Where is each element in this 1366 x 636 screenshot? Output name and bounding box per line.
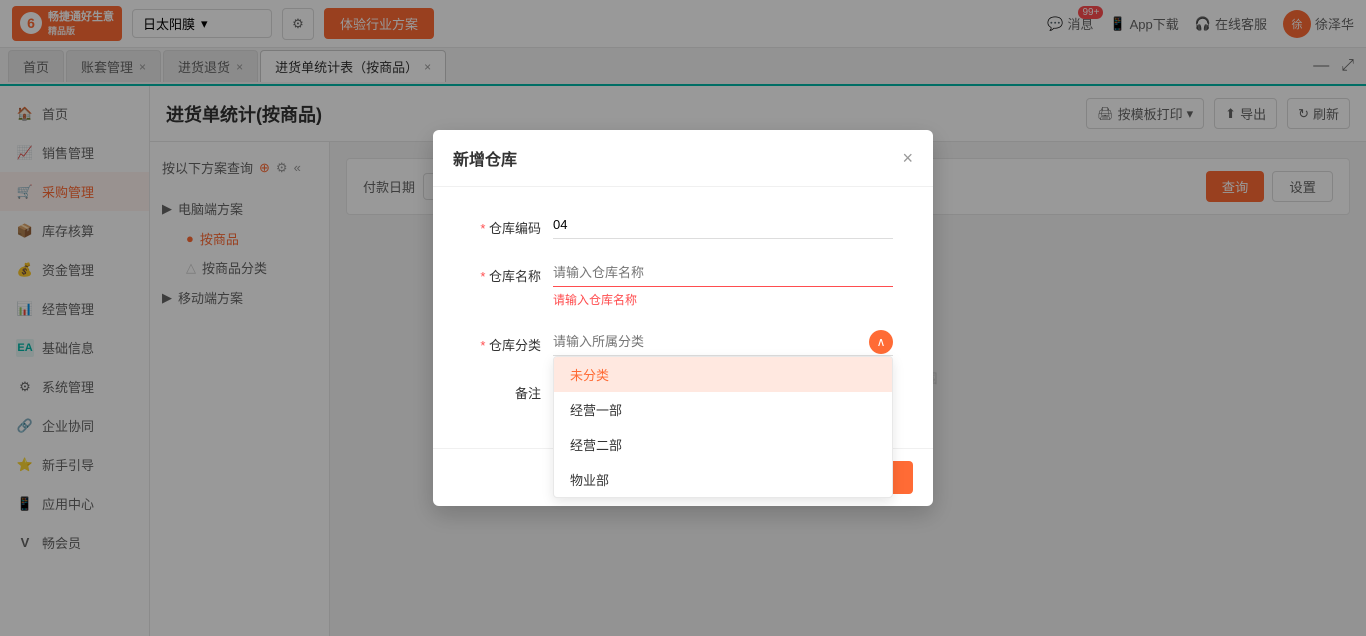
category-dropdown-button[interactable]: ∧ [869, 330, 893, 354]
dropdown-item-uncategorized[interactable]: 未分类 [554, 357, 892, 392]
dialog-close-button[interactable]: × [902, 148, 913, 169]
dropdown-item-operations1[interactable]: 经营一部 [554, 392, 892, 427]
code-input[interactable] [553, 211, 893, 239]
code-field-row: 仓库编码 [473, 211, 893, 239]
name-input[interactable] [553, 259, 893, 287]
remark-label: 备注 [473, 376, 553, 402]
category-label: 仓库分类 [473, 328, 553, 354]
dropdown-item-property[interactable]: 物业部 [554, 462, 892, 497]
code-input-wrap [553, 211, 893, 239]
category-dropdown-wrap: ∧ [553, 328, 893, 356]
name-field-row: 仓库名称 请输入仓库名称 [473, 259, 893, 308]
category-field-row: 仓库分类 ∧ 未分类 经营一部 经营二部 物业部 [473, 328, 893, 356]
name-input-wrap: 请输入仓库名称 [553, 259, 893, 308]
code-label: 仓库编码 [473, 211, 553, 237]
name-label: 仓库名称 [473, 259, 553, 285]
dialog-body: 仓库编码 仓库名称 请输入仓库名称 仓库分类 ∧ [433, 187, 933, 448]
category-input-wrap: ∧ 未分类 经营一部 经营二部 物业部 [553, 328, 893, 356]
name-error-message: 请输入仓库名称 [553, 291, 893, 308]
modal-overlay[interactable]: 新增仓库 × 仓库编码 仓库名称 请输入仓库名称 仓库 [0, 0, 1366, 636]
dropdown-item-operations2[interactable]: 经营二部 [554, 427, 892, 462]
dialog-header: 新增仓库 × [433, 130, 933, 187]
category-dropdown-list: 未分类 经营一部 经营二部 物业部 [553, 356, 893, 498]
category-input[interactable] [553, 328, 869, 355]
dialog-title: 新增仓库 [453, 146, 517, 170]
add-warehouse-dialog: 新增仓库 × 仓库编码 仓库名称 请输入仓库名称 仓库 [433, 130, 933, 506]
